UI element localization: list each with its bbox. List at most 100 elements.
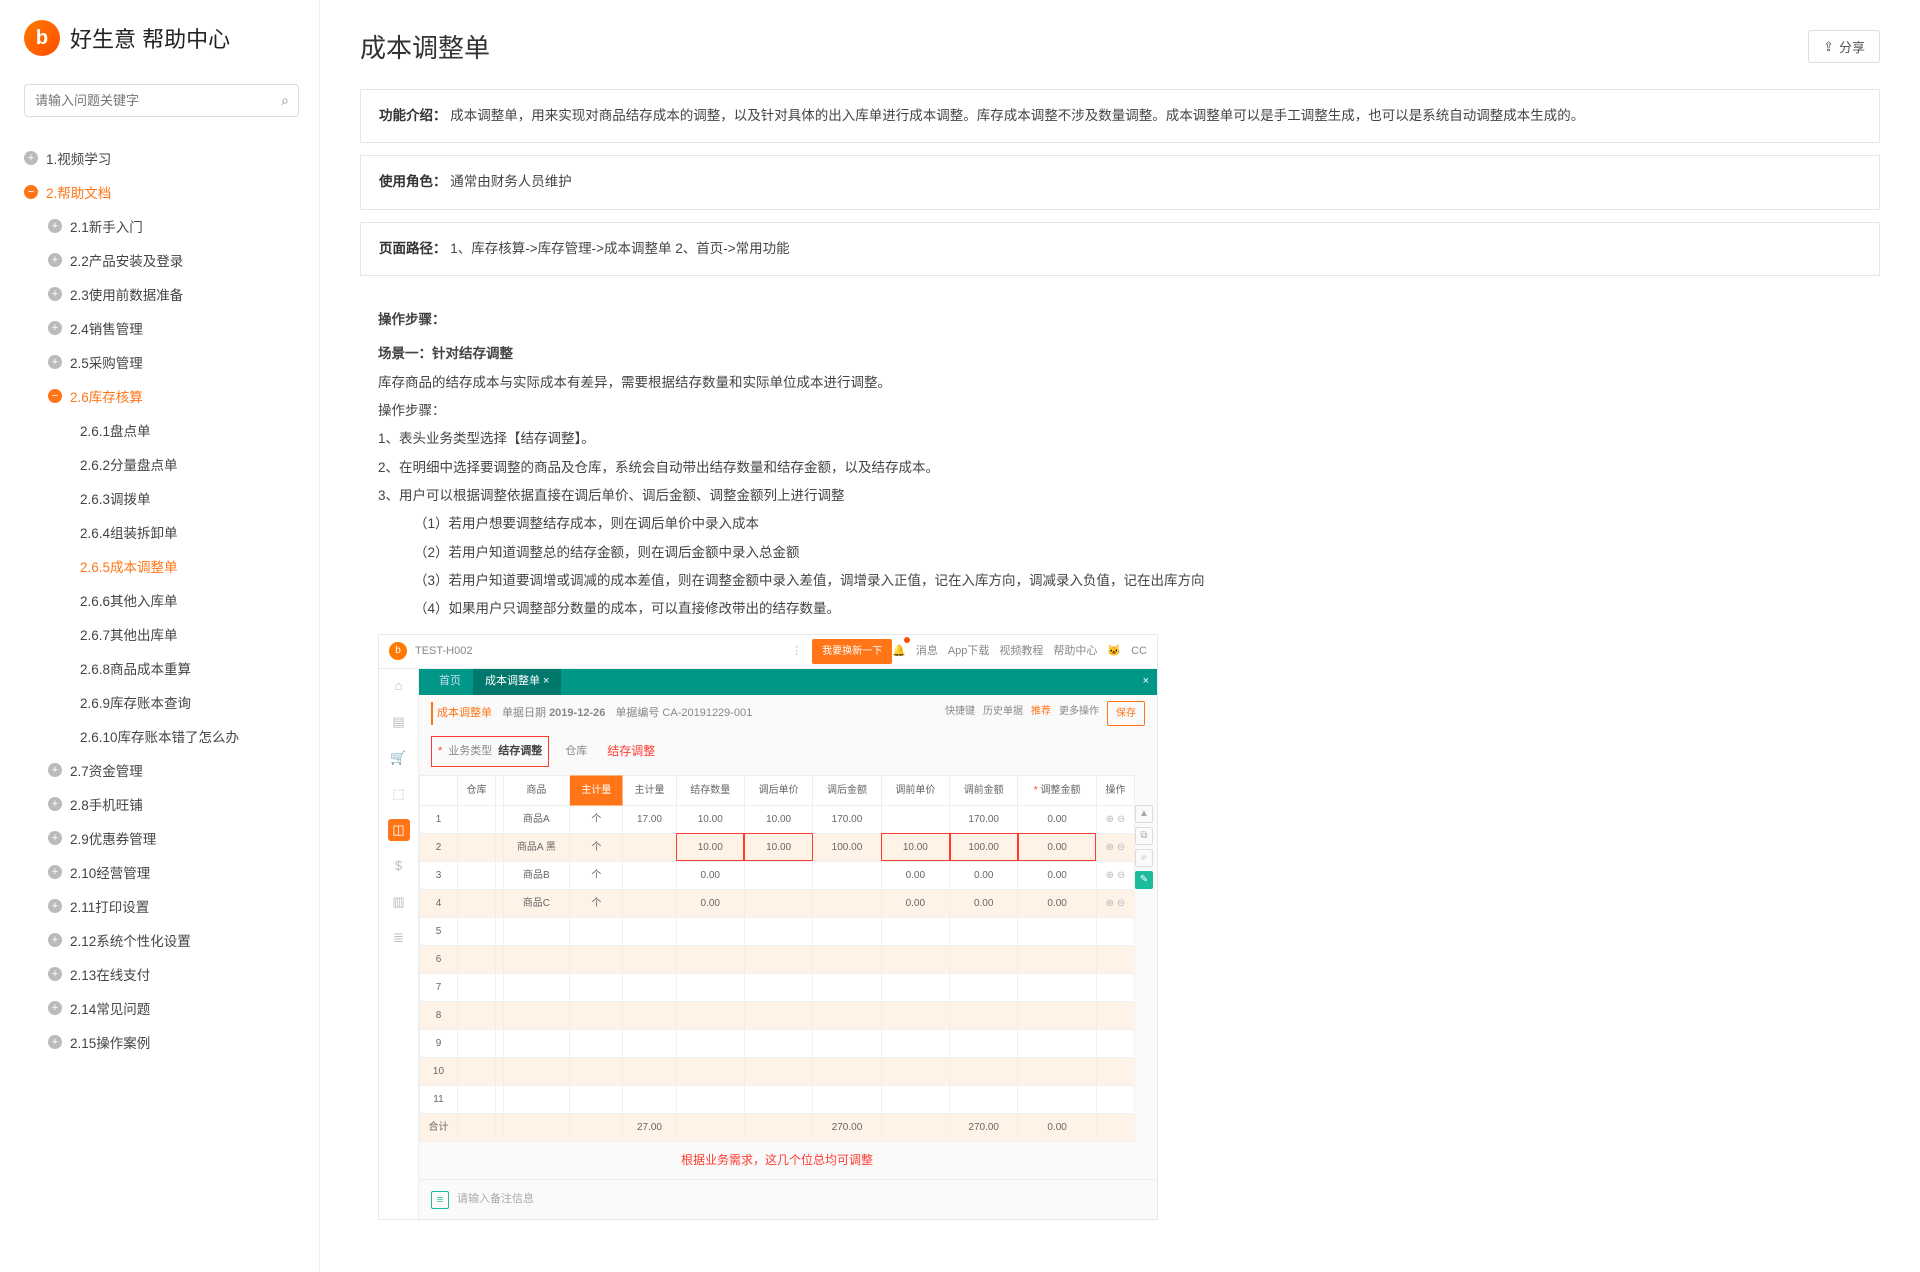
steps-subtitle: 操作步骤： xyxy=(378,397,1862,425)
rail-box-icon[interactable]: ⬚ xyxy=(388,783,410,805)
ss-note-placeholder: 请输入备注信息 xyxy=(457,1188,534,1211)
page-title: 成本调整单 xyxy=(360,28,490,65)
steps-section: 操作步骤： 场景一：针对结存调整 库存商品的结存成本与实际成本有差异，需要根据结… xyxy=(360,288,1880,1232)
scenario-title: 场景一：针对结存调整 xyxy=(378,340,1862,368)
ss-upgrade-button[interactable]: 我要换新一下 xyxy=(812,639,892,664)
steps-title: 操作步骤： xyxy=(378,306,1862,334)
ss-warehouse-field[interactable]: 仓库 xyxy=(565,740,587,763)
side-link-icon[interactable]: ⌕ xyxy=(1135,849,1153,867)
share-label: 分享 xyxy=(1839,37,1865,56)
ss-more[interactable]: 更多操作 xyxy=(1059,701,1099,726)
step-subitem: （1）若用户想要调整结存成本，则在调后单价中录入成本 xyxy=(414,510,1862,538)
share-button[interactable]: ⇪ 分享 xyxy=(1808,30,1880,63)
nav-l2-item[interactable]: +2.15操作案例 xyxy=(24,1025,299,1059)
ss-annotation-2: 根据业务需求，这几个位总均可调整 xyxy=(419,1142,1135,1179)
ss-tabs: 首页 成本调整单 × × xyxy=(419,669,1157,695)
share-icon: ⇪ xyxy=(1823,39,1834,55)
nav-l3-item[interactable]: 2.6.2分量盘点单 xyxy=(24,447,299,481)
step-subitem: （4）如果用户只调整部分数量的成本，可以直接修改带出的结存数量。 xyxy=(414,595,1862,623)
nav-l2-item[interactable]: +2.11打印设置 xyxy=(24,889,299,923)
path-text: 1、库存核算->库存管理->成本调整单 2、首页->常用功能 xyxy=(450,241,789,256)
ss-bottom: ≡ 请输入备注信息 xyxy=(419,1179,1157,1219)
search-icon[interactable]: ⌕ xyxy=(281,92,289,109)
step-item: 1、表头业务类型选择【结存调整】。 xyxy=(378,425,1862,453)
rail-doc-icon[interactable]: ▤ xyxy=(388,711,410,733)
nav-l2-item[interactable]: +2.7资金管理 xyxy=(24,753,299,787)
search-box: ⌕ xyxy=(24,84,299,117)
rail-report-icon[interactable]: ▥ xyxy=(388,891,410,913)
nav-l2-item[interactable]: +2.2产品安装及登录 xyxy=(24,243,299,277)
ss-quick[interactable]: 快捷键 xyxy=(945,701,975,726)
rail-money-icon[interactable]: $ xyxy=(388,855,410,877)
rail-home-icon[interactable]: ⌂ xyxy=(388,675,410,697)
ss-logo: b xyxy=(389,642,407,660)
path-label: 页面路径： xyxy=(379,241,447,256)
brand-row: b 好生意 帮助中心 xyxy=(24,20,299,56)
intro-text: 成本调整单，用来实现对商品结存成本的调整，以及针对具体的出入库单进行成本调整。库… xyxy=(450,108,1584,123)
ss-left-rail: ⌂ ▤ 🛒 ⬚ ◫ $ ▥ ≣ xyxy=(379,669,419,1219)
ss-app-link[interactable]: App下载 xyxy=(948,640,990,663)
bell-icon[interactable]: 🔔 xyxy=(892,640,906,663)
brand-logo: b xyxy=(24,20,60,56)
avatar-icon[interactable]: 🐱 xyxy=(1107,640,1121,663)
rail-cart-icon[interactable]: 🛒 xyxy=(388,747,410,769)
ss-share[interactable]: 推荐 xyxy=(1031,701,1051,726)
step-item: 2、在明细中选择要调整的商品及仓库，系统会自动带出结存数量和结存金额，以及结存成… xyxy=(378,454,1862,482)
nav-l1-item[interactable]: −2.帮助文档 xyxy=(24,175,299,209)
nav-l2-item[interactable]: +2.9优惠券管理 xyxy=(24,821,299,855)
nav-l3-item[interactable]: 2.6.7其他出库单 xyxy=(24,617,299,651)
nav-l3-item[interactable]: 2.6.9库存账本查询 xyxy=(24,685,299,719)
nav-l2-item[interactable]: +2.4销售管理 xyxy=(24,311,299,345)
nav-l2-item[interactable]: +2.14常见问题 xyxy=(24,991,299,1025)
nav-l1-item[interactable]: +1.视频学习 xyxy=(24,141,299,175)
side-up-icon[interactable]: ▲ xyxy=(1135,805,1153,823)
ss-annotation-1: 结存调整 xyxy=(607,739,655,764)
path-box: 页面路径： 1、库存核算->库存管理->成本调整单 2、首页->常用功能 xyxy=(360,222,1880,276)
side-copy-icon[interactable]: ⧉ xyxy=(1135,827,1153,845)
rail-chart-icon[interactable]: ≣ xyxy=(388,927,410,949)
nav-l3-item[interactable]: 2.6.5成本调整单 xyxy=(24,549,299,583)
brand-title: 好生意 帮助中心 xyxy=(70,22,230,54)
nav-l3-item[interactable]: 2.6.8商品成本重算 xyxy=(24,651,299,685)
search-input[interactable] xyxy=(24,84,299,117)
nav-l2-item[interactable]: +2.13在线支付 xyxy=(24,957,299,991)
scenario-desc: 库存商品的结存成本与实际成本有差异，需要根据结存数量和实际单位成本进行调整。 xyxy=(378,369,1862,397)
ss-msg-link[interactable]: 消息 xyxy=(916,640,938,663)
nav-l3-item[interactable]: 2.6.6其他入库单 xyxy=(24,583,299,617)
ss-tab-close-all[interactable]: × xyxy=(1135,670,1157,693)
ss-tab-home[interactable]: 首页 xyxy=(427,669,473,695)
nav-l3-item[interactable]: 2.6.10库存账本错了怎么办 xyxy=(24,719,299,753)
ss-history[interactable]: 历史单据 xyxy=(983,701,1023,726)
note-icon[interactable]: ≡ xyxy=(431,1191,449,1209)
ss-save-button[interactable]: 保存 xyxy=(1107,701,1145,726)
step-item: 3、用户可以根据调整依据直接在调后单价、调后金额、调整金额列上进行调整 xyxy=(378,482,1862,510)
ss-toolbar: 快捷键 历史单据 推荐 更多操作 保存 xyxy=(945,701,1145,726)
nav-l2-item[interactable]: +2.8手机旺铺 xyxy=(24,787,299,821)
role-text: 通常由财务人员维护 xyxy=(450,174,572,189)
nav-l3-item[interactable]: 2.6.3调拨单 xyxy=(24,481,299,515)
ss-topbar: b TEST-H002 ⋮ 我要换新一下 🔔 消息 App下载 视频教程 帮助中… xyxy=(379,635,1157,669)
ss-help-link[interactable]: 帮助中心 xyxy=(1053,640,1097,663)
side-ok-icon[interactable]: ✎ xyxy=(1135,871,1153,889)
step-subitem: （3）若用户知道要调增或调减的成本差值，则在调整金额中录入差值，调增录入正值，记… xyxy=(414,567,1862,595)
ss-formrow: * 业务类型 结存调整 仓库 结存调整 xyxy=(419,732,1157,775)
intro-label: 功能介绍： xyxy=(379,108,447,123)
sidebar: b 好生意 帮助中心 ⌕ +1.视频学习−2.帮助文档+2.1新手入门+2.2产… xyxy=(0,0,320,1272)
role-label: 使用角色： xyxy=(379,174,447,189)
nav-l2-item[interactable]: −2.6库存核算 xyxy=(24,379,299,413)
ss-tab-active[interactable]: 成本调整单 × xyxy=(473,669,561,695)
nav-l2-item[interactable]: +2.3使用前数据准备 xyxy=(24,277,299,311)
nav-l2-item[interactable]: +2.12系统个性化设置 xyxy=(24,923,299,957)
nav-l3-item[interactable]: 2.6.4组装拆卸单 xyxy=(24,515,299,549)
nav-l3-item[interactable]: 2.6.1盘点单 xyxy=(24,413,299,447)
nav-l2-item[interactable]: +2.1新手入门 xyxy=(24,209,299,243)
intro-box: 功能介绍： 成本调整单，用来实现对商品结存成本的调整，以及针对具体的出入库单进行… xyxy=(360,89,1880,143)
divider-icon: ⋮ xyxy=(791,640,802,663)
ss-biztype-field[interactable]: * 业务类型 结存调整 xyxy=(431,736,549,767)
ss-table: 仓库商品主计量主计量结存数量调后单价调后金额调前单价调前金额* 调整金额操作1商… xyxy=(419,775,1135,1142)
nav-l2-item[interactable]: +2.10经营管理 xyxy=(24,855,299,889)
ss-video-link[interactable]: 视频教程 xyxy=(999,640,1043,663)
nav-tree: +1.视频学习−2.帮助文档+2.1新手入门+2.2产品安装及登录+2.3使用前… xyxy=(24,141,299,1059)
rail-stock-icon[interactable]: ◫ xyxy=(388,819,410,841)
nav-l2-item[interactable]: +2.5采购管理 xyxy=(24,345,299,379)
